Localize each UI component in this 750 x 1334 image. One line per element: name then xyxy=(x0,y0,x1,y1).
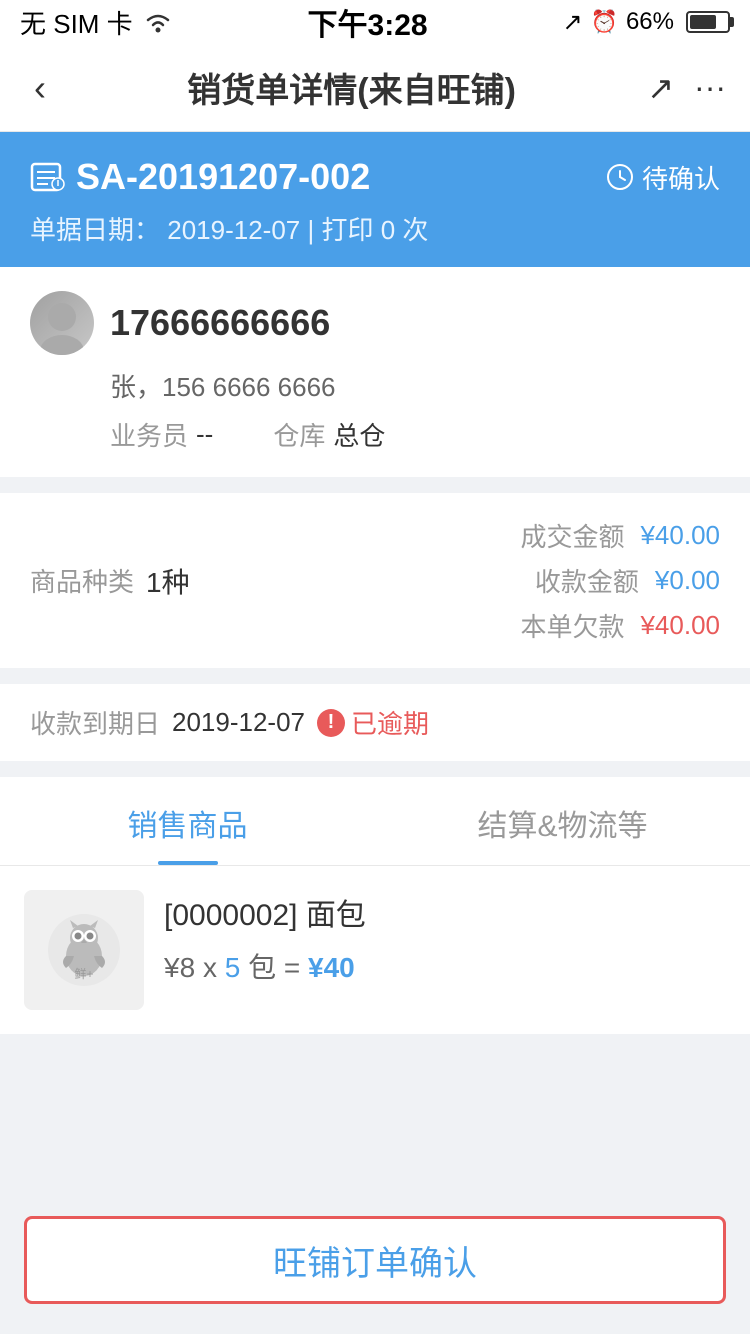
order-icon xyxy=(30,162,66,192)
tab-sales-products[interactable]: 销售商品 xyxy=(0,777,375,865)
more-button[interactable]: ··· xyxy=(694,69,726,106)
deal-amount: 成交金额 ¥40.00 xyxy=(520,517,720,554)
page-title: 销货单详情(来自旺铺) xyxy=(56,63,647,112)
bottom-bar: 旺铺订单确认 xyxy=(0,1200,750,1334)
carrier-text: 无 SIM 卡 xyxy=(20,4,133,41)
product-info: [0000002] 面包 ¥8 x 5 包 = ¥40 xyxy=(164,890,726,986)
customer-phone[interactable]: 17666666666 xyxy=(110,302,330,344)
share-button[interactable]: ↗ xyxy=(647,69,674,107)
tabs-section: 销售商品 结算&物流等 xyxy=(0,777,750,866)
battery-percentage: 66% xyxy=(626,8,674,36)
product-item: 鲜+ [0000002] 面包 ¥8 x 5 包 = ¥40 xyxy=(24,890,726,1010)
back-button[interactable]: ‹ xyxy=(24,57,56,119)
product-thumbnail: 鲜+ xyxy=(24,890,144,1010)
nav-bar: ‹ 销货单详情(来自旺铺) ↗ ··· xyxy=(0,44,750,132)
status-text: 待确认 xyxy=(642,159,720,196)
confirm-order-button[interactable]: 旺铺订单确认 xyxy=(24,1216,726,1304)
avatar xyxy=(30,291,94,355)
status-carrier: 无 SIM 卡 xyxy=(20,4,173,41)
alarm-icon: ⏰ xyxy=(591,9,618,35)
sales-person: 业务员 -- xyxy=(110,416,213,453)
wifi-icon xyxy=(143,11,173,33)
overdue-text: 已逾期 xyxy=(351,704,429,741)
overdue-badge: ! 已逾期 xyxy=(317,704,429,741)
location-icon: ↗ xyxy=(562,8,582,37)
order-status: 待确认 xyxy=(606,159,720,196)
product-section: 鲜+ [0000002] 面包 ¥8 x 5 包 = ¥40 xyxy=(0,866,750,1034)
customer-meta: 业务员 -- 仓库 总仓 xyxy=(30,416,720,453)
received-amount: 收款金额 ¥0.00 xyxy=(535,562,720,599)
battery-icon xyxy=(686,11,730,33)
amount-details: 成交金额 ¥40.00 收款金额 ¥0.00 本单欠款 ¥40.00 xyxy=(520,517,720,644)
product-name: [0000002] 面包 xyxy=(164,890,726,934)
overdue-icon: ! xyxy=(317,709,345,737)
nav-right-actions: ↗ ··· xyxy=(647,69,726,107)
due-amount: 本单欠款 ¥40.00 xyxy=(520,607,720,644)
warehouse: 仓库 总仓 xyxy=(273,416,385,453)
customer-section: 17666666666 张，156 6666 6666 业务员 -- 仓库 总仓 xyxy=(0,267,750,477)
status-time: 下午3:28 xyxy=(308,0,428,44)
status-right: ↗ ⏰ 66% xyxy=(562,8,730,37)
svg-text:鲜+: 鲜+ xyxy=(74,967,93,981)
clock-icon xyxy=(606,163,634,191)
product-price: ¥8 x 5 包 = ¥40 xyxy=(164,946,726,986)
content-area: 鲜+ [0000002] 面包 ¥8 x 5 包 = ¥40 xyxy=(0,866,750,1194)
status-bar: 无 SIM 卡 下午3:28 ↗ ⏰ 66% xyxy=(0,0,750,44)
amount-section: 商品种类 1种 成交金额 ¥40.00 收款金额 ¥0.00 本单欠款 ¥40.… xyxy=(0,493,750,668)
tab-settlement[interactable]: 结算&物流等 xyxy=(375,777,750,865)
tabs-row: 销售商品 结算&物流等 xyxy=(0,777,750,866)
product-type: 商品种类 1种 xyxy=(30,561,190,601)
order-id: SA-20191207-002 xyxy=(30,156,370,198)
order-date: 单据日期： 2019-12-07 | 打印 0 次 xyxy=(30,210,720,247)
due-date-section: 收款到期日 2019-12-07 ! 已逾期 xyxy=(0,684,750,761)
order-header: SA-20191207-002 待确认 单据日期： 2019-12-07 | 打… xyxy=(0,132,750,267)
customer-name: 张，156 6666 6666 xyxy=(30,367,720,404)
